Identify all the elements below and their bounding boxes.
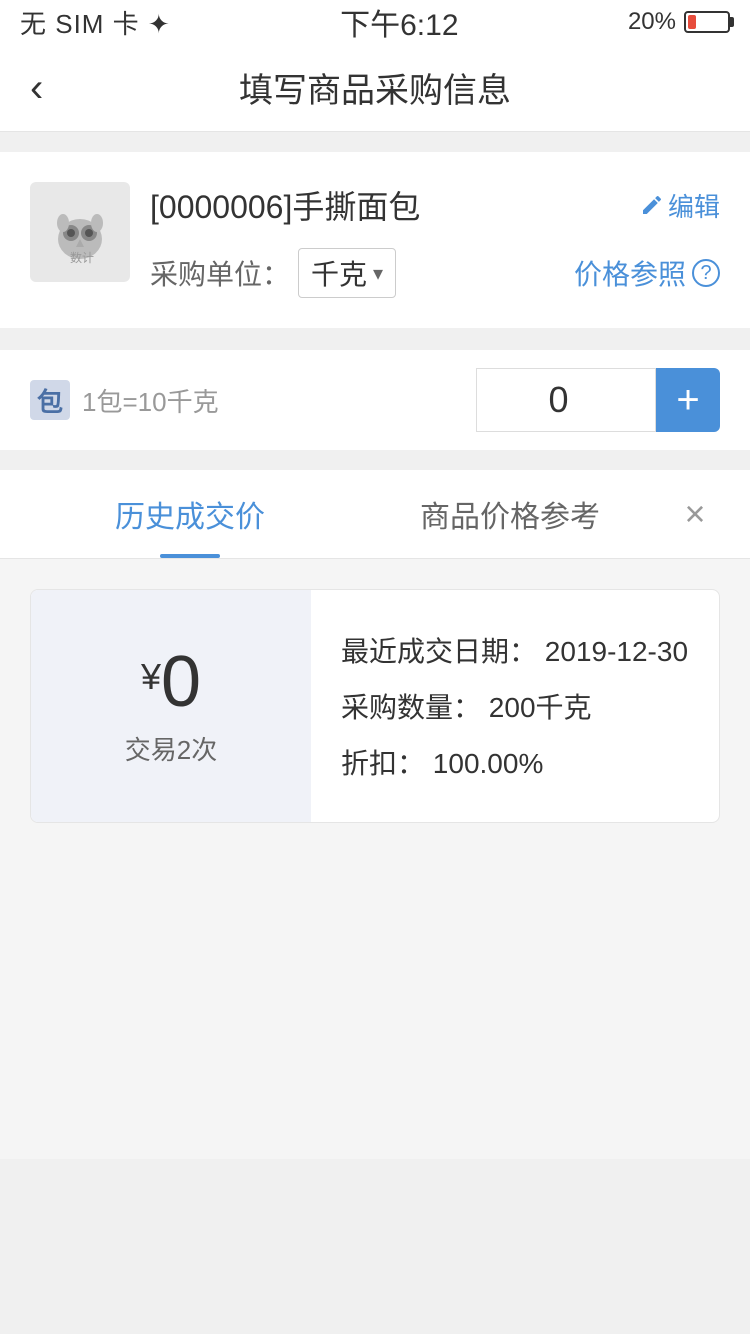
section-divider-2: [0, 450, 750, 470]
product-row: 数计 [0000006]手撕面包 编辑 采购单位： 千克 ▾: [30, 182, 720, 298]
product-info: [0000006]手撕面包 编辑 采购单位： 千克 ▾ 价格: [150, 182, 720, 298]
price-ref-button[interactable]: 价格参照 ?: [574, 253, 720, 293]
back-button[interactable]: ‹: [30, 68, 43, 108]
purchase-qty-row: 采购数量： 200千克: [341, 686, 689, 726]
battery-icon: [684, 11, 730, 33]
qty-unit-badge: 包: [30, 380, 70, 420]
discount-row: 折扣： 100.00%: [341, 742, 689, 782]
tab-close-button[interactable]: ×: [670, 489, 720, 539]
edit-icon: [640, 193, 664, 217]
unit-row: 采购单位： 千克 ▾ 价格参照 ?: [150, 248, 720, 298]
edit-label: 编辑: [668, 187, 720, 224]
nav-bar: ‹ 填写商品采购信息: [0, 44, 750, 132]
discount-value: 100.00%: [433, 748, 544, 779]
history-price-summary: ¥ 0 交易2次: [31, 590, 311, 822]
tab-product-price-ref[interactable]: 商品价格参考: [350, 470, 670, 558]
trade-count: 交易2次: [125, 730, 217, 767]
page-title: 填写商品采购信息: [239, 63, 511, 112]
recent-date-label: 最近成交日期：: [341, 636, 537, 667]
history-card: ¥ 0 交易2次 最近成交日期： 2019-12-30 采购数量： 200千克 …: [30, 589, 720, 823]
status-time: 下午6:12: [340, 0, 458, 44]
product-thumbnail: 数计: [45, 197, 115, 267]
battery-percent: 20%: [628, 8, 676, 36]
status-right: 20%: [628, 8, 730, 36]
qty-input[interactable]: [476, 368, 656, 432]
section-divider-1: [0, 328, 750, 348]
history-price-display: ¥ 0: [141, 646, 201, 718]
unit-group: 采购单位： 千克 ▾: [150, 248, 396, 298]
qty-label-group: 包 1包=10千克: [30, 380, 219, 420]
unit-label: 采购单位：: [150, 253, 290, 293]
chevron-down-icon: ▾: [373, 261, 383, 286]
unit-select[interactable]: 千克 ▾: [298, 248, 396, 298]
info-icon: ?: [692, 259, 720, 287]
qty-plus-button[interactable]: +: [656, 368, 720, 432]
tab-product-price-ref-label: 商品价格参考: [420, 492, 600, 536]
svg-text:数计: 数计: [70, 250, 94, 265]
currency-symbol: ¥: [141, 656, 161, 698]
discount-label: 折扣：: [341, 748, 425, 779]
history-details: 最近成交日期： 2019-12-30 采购数量： 200千克 折扣： 100.0…: [311, 590, 719, 822]
quantity-section: 包 1包=10千克 +: [0, 350, 750, 450]
product-name-row: [0000006]手撕面包 编辑: [150, 182, 720, 228]
qty-conversion: 1包=10千克: [82, 382, 219, 419]
tab-section: 历史成交价 商品价格参考 ×: [0, 470, 750, 559]
price-ref-label: 价格参照: [574, 253, 686, 293]
battery-fill: [688, 15, 696, 29]
tab-active-indicator: [160, 554, 220, 558]
edit-button[interactable]: 编辑: [640, 187, 720, 224]
status-carrier: 无 SIM 卡 ✦: [20, 4, 171, 41]
price-value: 0: [161, 646, 201, 718]
tab-history-price[interactable]: 历史成交价: [30, 470, 350, 558]
product-section: 数计 [0000006]手撕面包 编辑 采购单位： 千克 ▾: [0, 152, 750, 328]
purchase-qty-label: 采购数量：: [341, 692, 481, 723]
recent-date-row: 最近成交日期： 2019-12-30: [341, 630, 689, 670]
product-name: [0000006]手撕面包: [150, 182, 420, 228]
recent-date-value: 2019-12-30: [545, 636, 688, 667]
purchase-qty-value: 200千克: [489, 692, 592, 723]
tab-history-price-label: 历史成交价: [115, 492, 265, 536]
product-image: 数计: [30, 182, 130, 282]
tab-bar: 历史成交价 商品价格参考 ×: [0, 470, 750, 558]
content-section: ¥ 0 交易2次 最近成交日期： 2019-12-30 采购数量： 200千克 …: [0, 559, 750, 1159]
status-bar: 无 SIM 卡 ✦ 下午6:12 20%: [0, 0, 750, 44]
qty-input-group: +: [476, 368, 720, 432]
unit-value: 千克: [311, 253, 367, 293]
